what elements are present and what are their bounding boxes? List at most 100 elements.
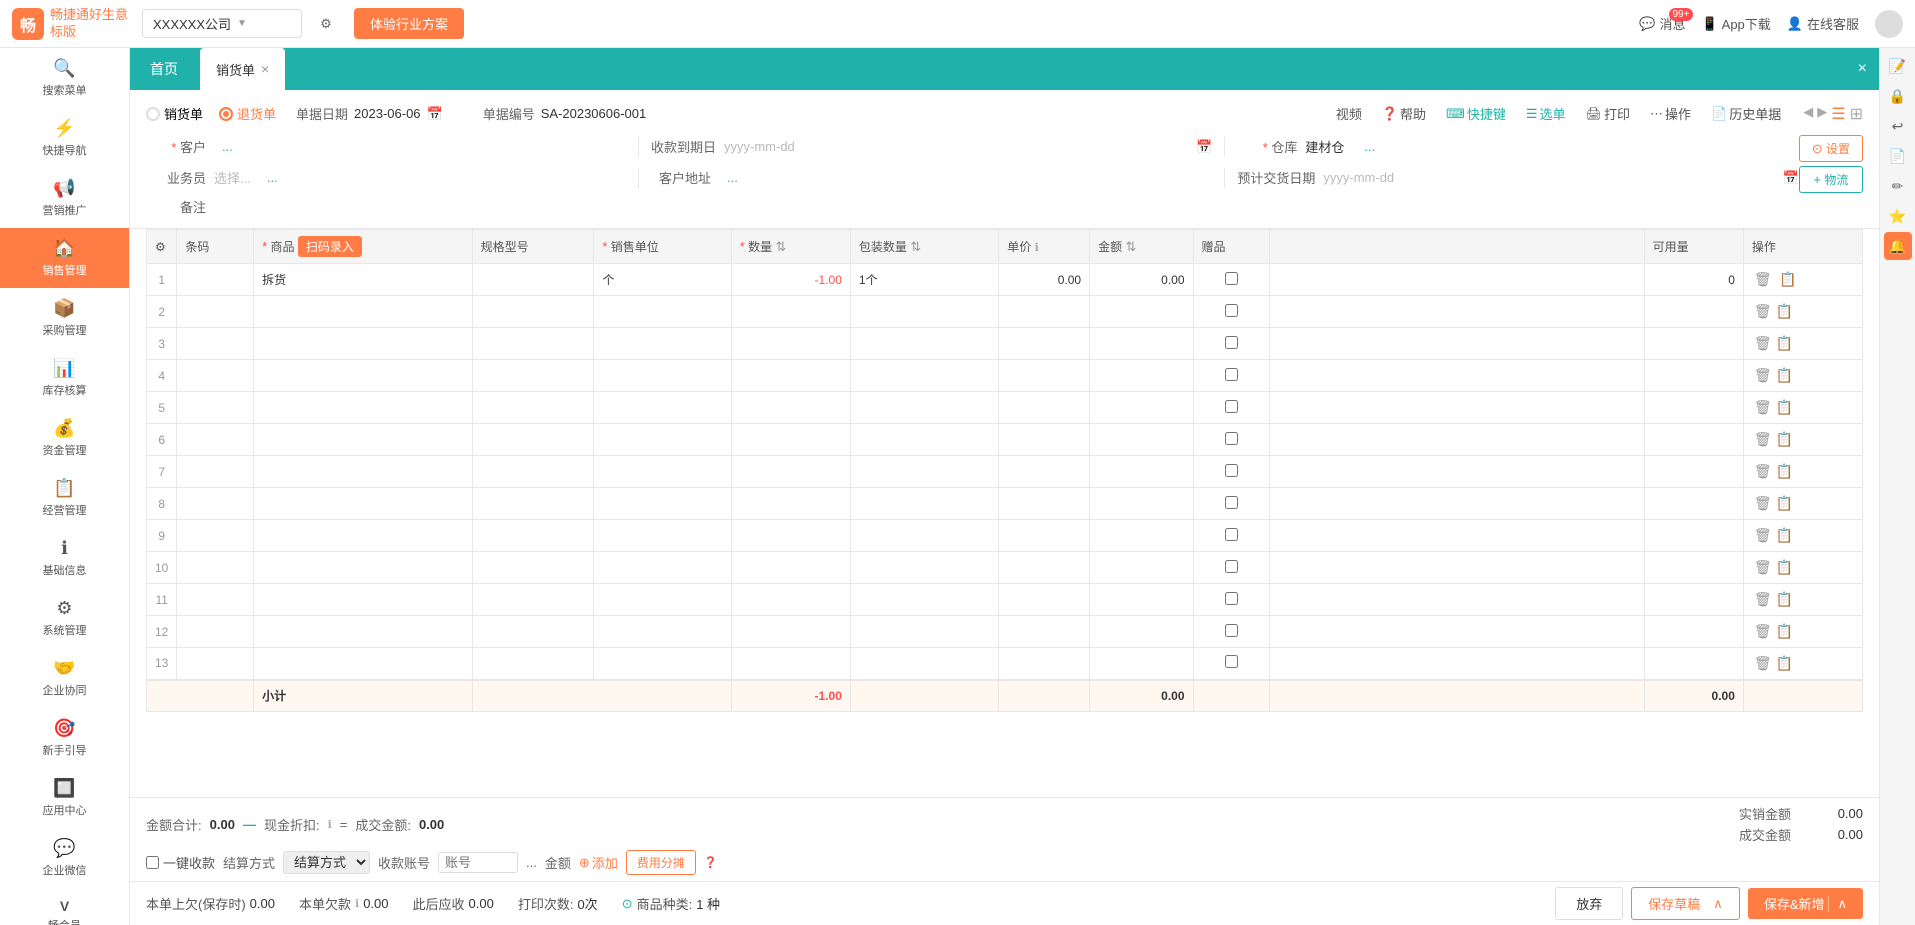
help-btn[interactable]: ❓ 帮助 [1376,102,1432,125]
th-settings[interactable]: ⚙ [147,230,177,264]
list-view-icon[interactable]: ☰ [1831,104,1845,124]
setting-button[interactable]: ⊙ ⊙ 设置设置 [1799,135,1863,162]
copy-icon[interactable]: 📋 [1776,399,1793,415]
delete-icon[interactable]: 🗑 [1754,431,1772,447]
delete-icon[interactable]: 🗑 [1754,335,1772,351]
online-service-button[interactable]: 👤 在线客服 [1787,14,1859,33]
copy-icon[interactable]: 📋 [1776,367,1793,383]
gift-checkbox-1[interactable] [1225,272,1238,285]
row-extra-1[interactable] [1270,264,1644,296]
sidebar-item-inventory[interactable]: 📊 库存核算 [0,348,129,408]
customer-input[interactable]: ... [214,135,626,158]
copy-icon[interactable]: 📋 [1776,431,1793,447]
delete-icon[interactable]: 🗑 [1754,495,1772,511]
copy-icon[interactable]: 📋 [1776,335,1793,351]
delete-icon[interactable]: 🗑 [1754,655,1772,671]
save-draft-arrow[interactable]: ∧ [1704,896,1723,912]
payment-calendar-icon[interactable]: 📅 [1196,139,1212,155]
tab-sale-order[interactable]: 销货单 × [200,48,285,90]
save-new-arrow[interactable]: ∧ [1828,896,1847,912]
right-sidebar-note-icon[interactable]: 📝 [1884,52,1912,80]
right-sidebar-doc-icon[interactable]: 📄 [1884,142,1912,170]
row-barcode-1[interactable] [177,264,254,296]
abandon-button[interactable]: 放弃 [1555,887,1623,920]
sidebar-item-search[interactable]: 🔍 搜索菜单 [0,48,129,108]
delete-icon[interactable]: 🗑 [1754,623,1772,639]
delete-icon[interactable]: 🗑 [1754,559,1772,575]
copy-icon[interactable]: 📋 [1776,559,1793,575]
row-pkg-1[interactable]: 1个 [850,264,998,296]
sidebar-item-guide[interactable]: 🎯 新手引导 [0,708,129,768]
radio-return[interactable]: 退货单 [219,104,276,123]
one-click-checkbox[interactable] [146,856,159,869]
price-info-icon[interactable]: ℹ [1035,242,1039,254]
sidebar-item-purchase[interactable]: 📦 采购管理 [0,288,129,348]
sidebar-item-quicknav[interactable]: ⚡ 快捷导航 [0,108,129,168]
cash-discount-info-icon[interactable]: ℹ [328,818,332,831]
tab-close-icon[interactable]: × [261,61,269,77]
action-btn[interactable]: ⋯操作 [1644,102,1697,125]
delivery-calendar-icon[interactable]: 📅 [1783,170,1799,186]
delete-icon[interactable]: 🗑 [1754,591,1772,607]
row-qty-1[interactable]: -1.00 [731,264,850,296]
copy-icon-1[interactable]: 📋 [1779,271,1796,287]
copy-icon[interactable]: 📋 [1776,303,1793,319]
copy-icon[interactable]: 📋 [1776,591,1793,607]
row-unit-1[interactable]: 个 [594,264,731,296]
sidebar-item-member[interactable]: V 畅会员 [0,888,129,925]
save-draft-button[interactable]: 保存草稿 ∧ [1631,887,1740,920]
avatar[interactable] [1875,10,1903,38]
next-icon[interactable]: ▶ [1817,104,1827,124]
calendar-icon[interactable]: 📅 [427,106,443,122]
row-price-1[interactable]: 0.00 [999,264,1090,296]
scan-button[interactable]: 扫码录入 [298,236,362,257]
row-product-1[interactable]: 拆货 [254,264,473,296]
row-spec-1[interactable] [472,264,594,296]
sidebar-item-system[interactable]: ⚙ 系统管理 [0,588,129,648]
delivery-date-input[interactable]: yyyy-mm-dd [1323,170,1394,185]
right-sidebar-lock-icon[interactable]: 🔒 [1884,82,1912,110]
company-selector[interactable]: XXXXXX公司 ▼ [142,9,302,38]
copy-icon[interactable]: 📋 [1776,527,1793,543]
customer-addr-input[interactable]: ... [719,166,1212,189]
select-btn[interactable]: ☰选单 [1520,102,1572,125]
account-input[interactable] [438,852,518,873]
tab-close-right-icon[interactable]: × [1858,60,1879,78]
tab-home[interactable]: 首页 [130,48,198,90]
doc-short-info-icon[interactable]: ℹ [355,897,359,910]
video-btn[interactable]: 视频 [1330,102,1368,125]
delete-icon[interactable]: 🗑 [1754,399,1772,415]
sidebar-item-marketing[interactable]: 📢 营销推广 [0,168,129,228]
delete-icon[interactable]: 🗑 [1754,527,1772,543]
right-sidebar-star-icon[interactable]: ⭐ [1884,202,1912,230]
salesperson-input[interactable]: 选择... [214,168,251,187]
copy-icon[interactable]: 📋 [1776,463,1793,479]
add-button[interactable]: ⊕添加 [579,853,618,872]
amount-sort-icon[interactable]: ⇅ [1125,239,1136,254]
sidebar-item-apps[interactable]: 🔲 应用中心 [0,768,129,828]
save-new-button[interactable]: 保存&新增 ∧ [1748,888,1863,919]
calc-method-select[interactable]: 结算方式 [283,851,370,874]
messages-button[interactable]: 💬 消息 99+ [1639,14,1685,33]
sidebar-item-wechat[interactable]: 💬 企业微信 [0,828,129,888]
delete-icon-1[interactable]: 🗑 [1754,271,1772,287]
row-gift-1[interactable] [1193,264,1270,296]
right-sidebar-alert-icon[interactable]: 🔔 [1884,232,1912,260]
fee-split-button[interactable]: 费用分摊 [626,850,696,875]
salesperson-dots[interactable]: ... [259,166,626,189]
copy-icon[interactable]: 📋 [1776,495,1793,511]
app-download-button[interactable]: 📱 App下载 [1701,14,1770,33]
copy-icon[interactable]: 📋 [1776,623,1793,639]
payment-date-input[interactable]: yyyy-mm-dd [724,139,795,154]
qty-sort-icon[interactable]: ⇅ [776,239,787,254]
print-btn[interactable]: 🖨打印 [1580,102,1637,125]
settings-icon[interactable]: ⚙ [310,8,342,40]
sidebar-item-finance[interactable]: 💰 资金管理 [0,408,129,468]
delete-icon[interactable]: 🗑 [1754,463,1772,479]
fee-split-info-icon[interactable]: ❓ [704,856,718,869]
pkg-sort-icon[interactable]: ⇅ [910,239,921,254]
sidebar-item-sales[interactable]: 🏠 销售管理 [0,228,129,288]
row-amount-1[interactable]: 0.00 [1090,264,1193,296]
sidebar-item-collab[interactable]: 🤝 企业协同 [0,648,129,708]
history-btn[interactable]: 📄历史单据 [1705,102,1787,125]
